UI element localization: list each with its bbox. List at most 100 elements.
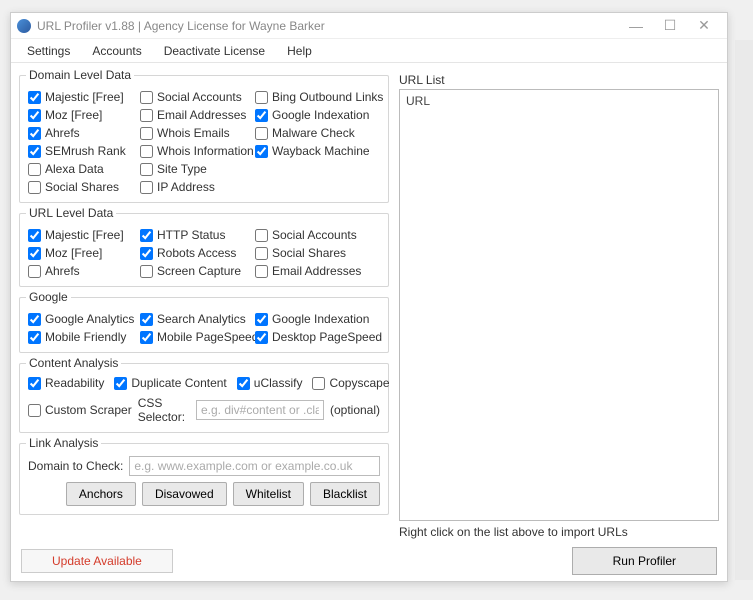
checkbox-input-robots-access[interactable]: [140, 247, 153, 260]
checkbox-desktop-pagespeed[interactable]: Desktop PageSpeed: [255, 330, 385, 344]
checkbox-alexa-data[interactable]: Alexa Data: [28, 162, 140, 176]
checkbox-majestic-free[interactable]: Majestic [Free]: [28, 228, 140, 242]
checkbox-label-http-status: HTTP Status: [157, 228, 225, 242]
menu-deactivate-license[interactable]: Deactivate License: [154, 41, 275, 61]
checkbox-site-type[interactable]: Site Type: [140, 162, 255, 176]
checkbox-moz-free[interactable]: Moz [Free]: [28, 108, 140, 122]
checkbox-input-moz-free[interactable]: [28, 109, 41, 122]
checkbox-whois-emails[interactable]: Whois Emails: [140, 126, 255, 140]
menu-accounts[interactable]: Accounts: [82, 41, 151, 61]
checkbox-input-google-indexation[interactable]: [255, 313, 268, 326]
checkbox-input-alexa-data[interactable]: [28, 163, 41, 176]
checkbox-input-email-addresses[interactable]: [140, 109, 153, 122]
checkbox-input-social-accounts[interactable]: [140, 91, 153, 104]
checkbox-input-search-analytics[interactable]: [140, 313, 153, 326]
checkbox-semrush-rank[interactable]: SEMrush Rank: [28, 144, 140, 158]
checkbox-moz-free[interactable]: Moz [Free]: [28, 246, 140, 260]
checkbox-input-majestic-free[interactable]: [28, 229, 41, 242]
checkbox-input-mobile-friendly[interactable]: [28, 331, 41, 344]
update-available-button[interactable]: Update Available: [21, 549, 173, 573]
checkbox-google-indexation[interactable]: Google Indexation: [255, 108, 385, 122]
checkbox-screen-capture[interactable]: Screen Capture: [140, 264, 255, 278]
checkbox-label-mobile-pagespeed: Mobile PageSpeed: [157, 330, 258, 344]
checkbox-input-readability[interactable]: [28, 377, 41, 390]
checkbox-mobile-pagespeed[interactable]: Mobile PageSpeed: [140, 330, 255, 344]
legend-google: Google: [26, 290, 71, 304]
checkbox-input-ahrefs[interactable]: [28, 265, 41, 278]
domain-to-check-input[interactable]: [129, 456, 380, 476]
checkbox-input-desktop-pagespeed[interactable]: [255, 331, 268, 344]
css-selector-input[interactable]: [196, 400, 324, 420]
disavowed-button[interactable]: Disavowed: [142, 482, 227, 506]
checkbox-input-whois-information[interactable]: [140, 145, 153, 158]
checkbox-input-http-status[interactable]: [140, 229, 153, 242]
checkbox-input-duplicate-content[interactable]: [114, 377, 127, 390]
maximize-button[interactable]: ☐: [653, 15, 687, 37]
checkbox-label-uclassify: uClassify: [254, 376, 303, 390]
checkbox-google-indexation[interactable]: Google Indexation: [255, 312, 385, 326]
checkbox-input-uclassify[interactable]: [237, 377, 250, 390]
checkbox-label-moz-free: Moz [Free]: [45, 246, 102, 260]
menu-settings[interactable]: Settings: [17, 41, 80, 61]
group-google: Google Google AnalyticsSearch AnalyticsG…: [19, 297, 389, 353]
checkbox-input-social-shares[interactable]: [255, 247, 268, 260]
checkbox-input-moz-free[interactable]: [28, 247, 41, 260]
url-list[interactable]: URL: [399, 89, 719, 521]
checkbox-readability[interactable]: Readability: [28, 376, 104, 390]
checkbox-bing-outbound-links[interactable]: Bing Outbound Links: [255, 90, 385, 104]
checkbox-email-addresses[interactable]: Email Addresses: [140, 108, 255, 122]
checkbox-mobile-friendly[interactable]: Mobile Friendly: [28, 330, 140, 344]
checkbox-input-semrush-rank[interactable]: [28, 145, 41, 158]
checkbox-label-social-shares: Social Shares: [45, 180, 119, 194]
checkbox-malware-check[interactable]: Malware Check: [255, 126, 385, 140]
checkbox-custom-scraper[interactable]: Custom Scraper: [28, 403, 132, 417]
checkbox-label-copyscape: Copyscape: [329, 376, 389, 390]
checkbox-email-addresses[interactable]: Email Addresses: [255, 264, 385, 278]
close-button[interactable]: ✕: [687, 15, 721, 37]
checkbox-input-google-indexation[interactable]: [255, 109, 268, 122]
checkbox-input-screen-capture[interactable]: [140, 265, 153, 278]
checkbox-duplicate-content[interactable]: Duplicate Content: [114, 376, 226, 390]
checkbox-label-bing-outbound-links: Bing Outbound Links: [272, 90, 383, 104]
checkbox-input-mobile-pagespeed[interactable]: [140, 331, 153, 344]
checkbox-robots-access[interactable]: Robots Access: [140, 246, 255, 260]
checkbox-uclassify[interactable]: uClassify: [237, 376, 303, 390]
checkbox-social-accounts[interactable]: Social Accounts: [255, 228, 385, 242]
checkbox-input-wayback-machine[interactable]: [255, 145, 268, 158]
checkbox-input-email-addresses[interactable]: [255, 265, 268, 278]
whitelist-button[interactable]: Whitelist: [233, 482, 304, 506]
group-content-analysis: Content Analysis ReadabilityDuplicate Co…: [19, 363, 389, 433]
checkbox-ahrefs[interactable]: Ahrefs: [28, 126, 140, 140]
blacklist-button[interactable]: Blacklist: [310, 482, 380, 506]
checkbox-input-bing-outbound-links[interactable]: [255, 91, 268, 104]
checkbox-input-ip-address[interactable]: [140, 181, 153, 194]
checkbox-input-site-type[interactable]: [140, 163, 153, 176]
checkbox-input-copyscape[interactable]: [312, 377, 325, 390]
checkbox-majestic-free[interactable]: Majestic [Free]: [28, 90, 140, 104]
checkbox-input-social-accounts[interactable]: [255, 229, 268, 242]
checkbox-input-social-shares[interactable]: [28, 181, 41, 194]
checkbox-ahrefs[interactable]: Ahrefs: [28, 264, 140, 278]
checkbox-copyscape[interactable]: Copyscape: [312, 376, 389, 390]
checkbox-input-malware-check[interactable]: [255, 127, 268, 140]
checkbox-google-analytics[interactable]: Google Analytics: [28, 312, 140, 326]
run-profiler-button[interactable]: Run Profiler: [572, 547, 717, 575]
custom-scraper-input[interactable]: [28, 404, 41, 417]
checkbox-input-google-analytics[interactable]: [28, 313, 41, 326]
checkbox-social-accounts[interactable]: Social Accounts: [140, 90, 255, 104]
checkbox-social-shares[interactable]: Social Shares: [255, 246, 385, 260]
checkbox-input-majestic-free[interactable]: [28, 91, 41, 104]
menu-help[interactable]: Help: [277, 41, 322, 61]
checkbox-http-status[interactable]: HTTP Status: [140, 228, 255, 242]
checkbox-search-analytics[interactable]: Search Analytics: [140, 312, 255, 326]
checkbox-input-ahrefs[interactable]: [28, 127, 41, 140]
checkbox-wayback-machine[interactable]: Wayback Machine: [255, 144, 385, 158]
checkbox-label-ip-address: IP Address: [157, 180, 215, 194]
checkbox-input-whois-emails[interactable]: [140, 127, 153, 140]
checkbox-ip-address[interactable]: IP Address: [140, 180, 255, 194]
checkbox-label-whois-information: Whois Information: [157, 144, 254, 158]
checkbox-whois-information[interactable]: Whois Information: [140, 144, 255, 158]
anchors-button[interactable]: Anchors: [66, 482, 136, 506]
checkbox-social-shares[interactable]: Social Shares: [28, 180, 140, 194]
minimize-button[interactable]: —: [619, 15, 653, 37]
